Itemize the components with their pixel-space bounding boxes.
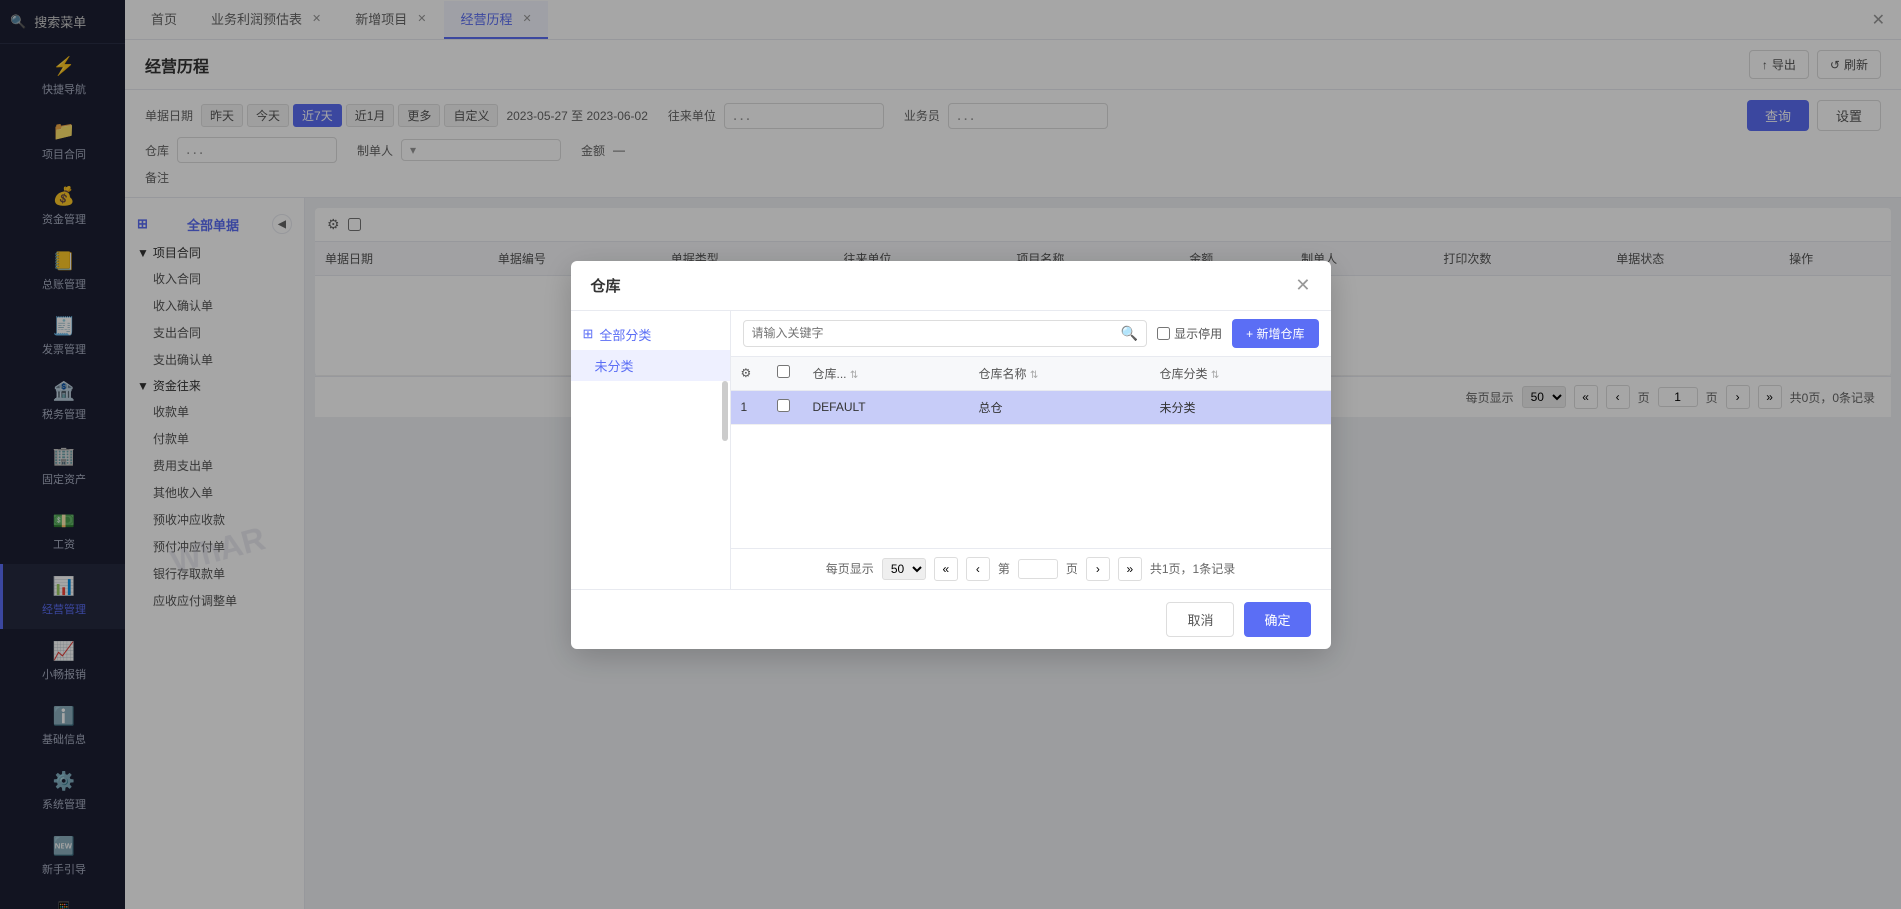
modal-pagination: 每页显示 50 « ‹ 第 1 页 › » 共1页，1条记录 xyxy=(731,548,1331,589)
modal-select-all-checkbox[interactable] xyxy=(777,365,790,378)
row-select-checkbox[interactable] xyxy=(777,399,790,412)
modal-col-category[interactable]: 仓库分类 ⇅ xyxy=(1149,357,1330,391)
modal-right-panel: 🔍 显示停用 + 新增仓库 ⚙ xyxy=(731,311,1331,589)
modal-page-word: 第 xyxy=(998,560,1010,577)
modal-all-category[interactable]: ⊞ 全部分类 xyxy=(571,319,730,350)
modal-table-header: ⚙ 仓库... ⇅ 仓库名称 xyxy=(731,357,1331,391)
modal-col-name-label: 仓库名称 xyxy=(978,367,1026,381)
sort-icon-name: ⇅ xyxy=(1030,370,1038,381)
modal-search-wrap: 🔍 xyxy=(743,320,1148,347)
modal-last-page[interactable]: » xyxy=(1118,557,1142,581)
modal-category-panel: ⊞ 全部分类 未分类 xyxy=(571,311,731,589)
modal-prev-page[interactable]: ‹ xyxy=(966,557,990,581)
modal-category-unclassified[interactable]: 未分类 xyxy=(571,350,730,381)
row-code: DEFAULT xyxy=(803,390,969,424)
modal-col-code-label: 仓库... xyxy=(813,367,847,381)
modal-col-code[interactable]: 仓库... ⇅ xyxy=(803,357,969,391)
row-index: 1 xyxy=(731,390,767,424)
modal-search-icon[interactable]: 🔍 xyxy=(1121,325,1138,342)
modal-page-input[interactable]: 1 xyxy=(1018,559,1058,579)
modal-first-page[interactable]: « xyxy=(934,557,958,581)
modal-col-gear: ⚙ xyxy=(731,357,767,391)
modal-col-checkbox xyxy=(767,357,803,391)
modal-close-button[interactable]: ✕ xyxy=(1295,275,1310,296)
show-disabled-label: 显示停用 xyxy=(1174,325,1222,342)
sort-icon-code: ⇅ xyxy=(850,370,858,381)
modal-col-category-label: 仓库分类 xyxy=(1159,367,1207,381)
row-checkbox[interactable] xyxy=(767,390,803,424)
table-row[interactable]: 1 DEFAULT 总仓 未分类 xyxy=(731,390,1331,424)
modal-page-label: 页 xyxy=(1066,560,1078,577)
modal-total-info: 共1页，1条记录 xyxy=(1150,560,1235,577)
sort-icon-category: ⇅ xyxy=(1211,370,1219,381)
grid-category-icon: ⊞ xyxy=(583,326,594,342)
category-item-label: 未分类 xyxy=(595,359,634,374)
left-scrollbar[interactable] xyxy=(722,381,728,441)
modal-table-wrap: ⚙ 仓库... ⇅ 仓库名称 xyxy=(731,357,1331,548)
modal-cancel-button[interactable]: 取消 xyxy=(1166,602,1234,637)
modal-table: ⚙ 仓库... ⇅ 仓库名称 xyxy=(731,357,1331,425)
modal-per-page-select[interactable]: 50 xyxy=(882,558,926,580)
modal-search-input[interactable] xyxy=(752,326,1115,340)
add-warehouse-label: + 新增仓库 xyxy=(1246,325,1304,342)
modal-body: ⊞ 全部分类 未分类 🔍 xyxy=(571,311,1331,589)
modal-all-category-label: 全部分类 xyxy=(599,325,651,344)
modal-col-name[interactable]: 仓库名称 ⇅ xyxy=(968,357,1149,391)
row-name: 总仓 xyxy=(968,390,1149,424)
add-warehouse-button[interactable]: + 新增仓库 xyxy=(1232,319,1318,348)
modal-next-page[interactable]: › xyxy=(1086,557,1110,581)
row-category: 未分类 xyxy=(1149,390,1330,424)
modal-per-page-label: 每页显示 xyxy=(826,560,874,577)
show-disabled-wrap: 显示停用 xyxy=(1157,325,1222,342)
modal-gear-icon[interactable]: ⚙ xyxy=(741,366,752,380)
modal-title: 仓库 xyxy=(591,275,621,296)
modal-footer: 取消 确定 xyxy=(571,589,1331,649)
modal-toolbar: 🔍 显示停用 + 新增仓库 xyxy=(731,311,1331,357)
show-disabled-checkbox[interactable] xyxy=(1157,327,1170,340)
modal-overlay: 仓库 ✕ ⊞ 全部分类 未分类 xyxy=(0,0,1901,909)
modal-confirm-button[interactable]: 确定 xyxy=(1244,602,1310,637)
modal-header: 仓库 ✕ xyxy=(571,261,1331,311)
warehouse-modal: 仓库 ✕ ⊞ 全部分类 未分类 xyxy=(571,261,1331,649)
left-scroll-area xyxy=(571,381,730,581)
